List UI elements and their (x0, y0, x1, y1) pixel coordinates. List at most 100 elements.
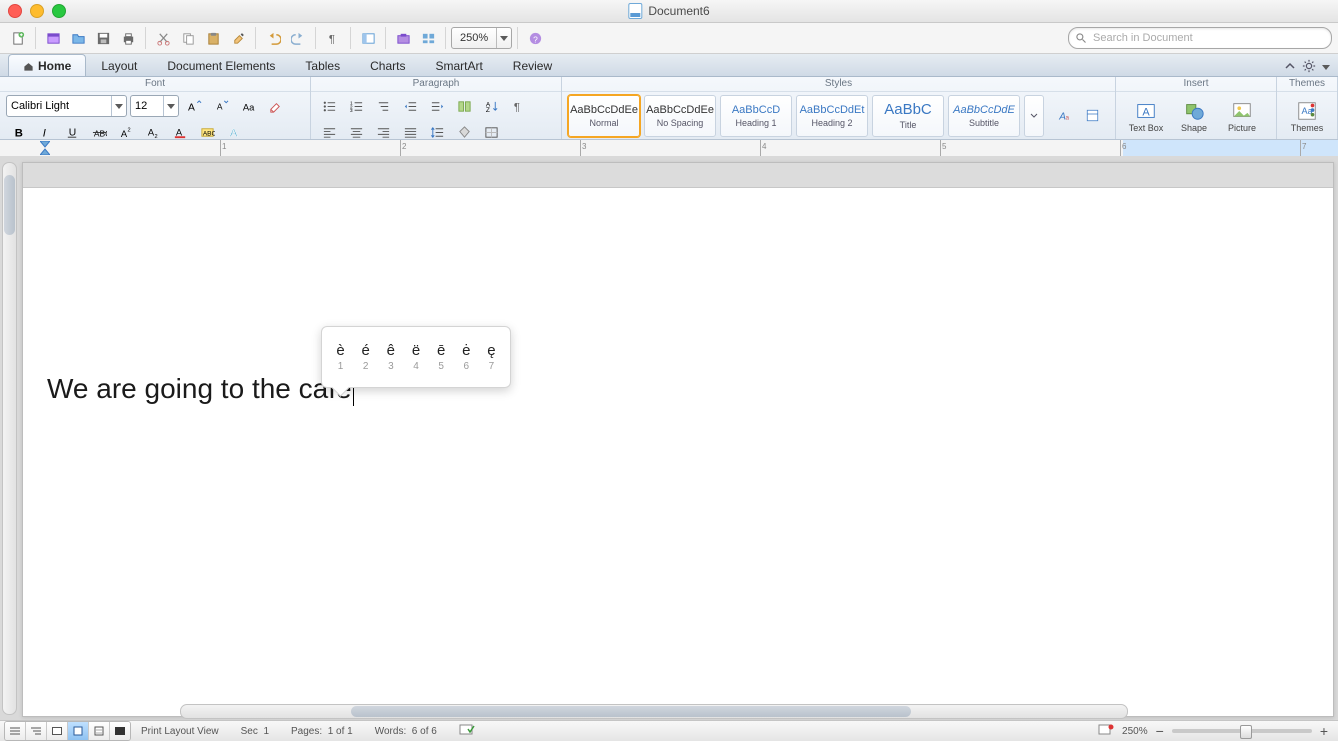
accent-option-2[interactable]: é2 (353, 331, 378, 383)
search-icon (1075, 32, 1087, 44)
clear-formatting-button[interactable] (263, 94, 287, 118)
styles-pane-button[interactable]: Aa (1053, 104, 1077, 128)
ribbon-settings-button[interactable] (1302, 59, 1316, 76)
themes-button[interactable]: AaThemes (1283, 94, 1331, 138)
accent-option-4[interactable]: ë4 (403, 331, 428, 383)
gallery-button[interactable] (416, 26, 440, 50)
multilevel-list-button[interactable] (371, 94, 395, 118)
columns-button[interactable] (452, 94, 476, 118)
zoom-in-button[interactable]: + (1320, 723, 1328, 739)
document-text[interactable]: We are going to the cafe (47, 373, 354, 406)
document-page[interactable]: We are going to the cafe (22, 162, 1334, 717)
styles-more-button[interactable] (1024, 95, 1044, 137)
zoom-slider-knob[interactable] (1240, 725, 1252, 739)
paragraph-marks-button[interactable]: ¶ (506, 94, 530, 118)
view-notebook-button[interactable] (89, 722, 110, 740)
vertical-scroll-thumb[interactable] (4, 175, 15, 235)
view-buttons (4, 721, 131, 741)
show-formatting-button[interactable]: ¶ (321, 26, 345, 50)
view-publishing-button[interactable] (47, 722, 68, 740)
template-button[interactable] (41, 26, 65, 50)
zoom-slider[interactable] (1172, 729, 1312, 733)
accent-option-1[interactable]: è1 (328, 331, 353, 383)
svg-text:Z: Z (485, 107, 489, 114)
page-header-area (23, 163, 1333, 188)
style-heading-1[interactable]: AaBbCcDHeading 1 (720, 95, 792, 137)
view-focus-button[interactable] (110, 722, 130, 740)
font-size-input[interactable] (131, 97, 163, 115)
horizontal-scroll-thumb[interactable] (351, 706, 911, 717)
redo-button[interactable] (286, 26, 310, 50)
font-name-input[interactable] (7, 97, 111, 115)
tab-charts[interactable]: Charts (355, 54, 420, 76)
ribbon-menu-icon[interactable] (1322, 65, 1330, 70)
tab-smartart[interactable]: SmartArt (420, 54, 497, 76)
increase-indent-button[interactable] (425, 94, 449, 118)
insert-picture-button[interactable]: Picture (1218, 94, 1266, 138)
font-name-combo[interactable] (6, 95, 127, 117)
save-button[interactable] (91, 26, 115, 50)
insert-shape-button[interactable]: Shape (1170, 94, 1218, 138)
undo-button[interactable] (261, 26, 285, 50)
view-print-layout-button[interactable] (68, 722, 89, 740)
search-field[interactable] (1068, 27, 1332, 49)
style-no-spacing[interactable]: AaBbCcDdEeNo Spacing (644, 95, 716, 137)
copy-button[interactable] (176, 26, 200, 50)
group-styles: Styles AaBbCcDdEeNormal AaBbCcDdEeNo Spa… (562, 77, 1116, 139)
horizontal-scrollbar[interactable] (180, 704, 1128, 719)
sort-button[interactable]: AZ (479, 94, 503, 118)
view-draft-button[interactable] (5, 722, 26, 740)
tab-tables[interactable]: Tables (290, 54, 355, 76)
group-themes: Themes AaThemes (1277, 77, 1338, 139)
style-normal[interactable]: AaBbCcDdEeNormal (568, 95, 640, 137)
print-button[interactable] (116, 26, 140, 50)
paste-button[interactable] (201, 26, 225, 50)
format-painter-button[interactable] (226, 26, 250, 50)
accent-option-6[interactable]: ė6 (454, 331, 479, 383)
grow-font-button[interactable]: A (182, 94, 206, 118)
track-changes-icon[interactable] (1098, 724, 1114, 739)
zoom-out-button[interactable]: − (1156, 723, 1164, 739)
zoom-dropdown-icon[interactable] (496, 28, 511, 48)
accent-option-7[interactable]: ę7 (479, 331, 504, 383)
accent-option-5[interactable]: ē5 (429, 331, 454, 383)
sidebar-toggle-button[interactable] (356, 26, 380, 50)
open-button[interactable] (66, 26, 90, 50)
search-input[interactable] (1091, 31, 1325, 45)
spellcheck-icon[interactable] (459, 724, 475, 739)
insert-textbox-button[interactable]: AText Box (1122, 94, 1170, 138)
svg-text:ABC: ABC (93, 128, 106, 138)
style-title[interactable]: AaBbCTitle (872, 95, 944, 137)
cut-button[interactable] (151, 26, 175, 50)
group-themes-title: Themes (1277, 77, 1337, 92)
view-outline-button[interactable] (26, 722, 47, 740)
ruler-tick-label: 3 (582, 142, 586, 151)
decrease-indent-button[interactable] (398, 94, 422, 118)
vertical-scrollbar[interactable] (2, 162, 17, 715)
tab-layout[interactable]: Layout (86, 54, 152, 76)
indent-marker-icon[interactable] (40, 141, 50, 157)
close-window-button[interactable] (8, 4, 22, 18)
zoom-window-button[interactable] (52, 4, 66, 18)
toolbox-button[interactable] (391, 26, 415, 50)
style-subtitle[interactable]: AaBbCcDdESubtitle (948, 95, 1020, 137)
tab-home[interactable]: Home (8, 54, 86, 76)
change-case-button[interactable]: Aa (236, 94, 260, 118)
style-heading-2[interactable]: AaBbCcDdEtHeading 2 (796, 95, 868, 137)
svg-text:A: A (216, 101, 222, 111)
quick-access-toolbar: ¶ 250% ? (0, 23, 1338, 54)
help-button[interactable]: ? (523, 26, 547, 50)
tab-document-elements[interactable]: Document Elements (152, 54, 290, 76)
numbering-button[interactable]: 123 (344, 94, 368, 118)
zoom-combo[interactable]: 250% (451, 27, 512, 49)
shrink-font-button[interactable]: A (209, 94, 233, 118)
ribbon-collapse-button[interactable] (1284, 60, 1296, 75)
new-document-button[interactable] (6, 26, 30, 50)
ruler-tick-label: 2 (402, 142, 406, 151)
accent-option-3[interactable]: ê3 (378, 331, 403, 383)
font-size-combo[interactable] (130, 95, 179, 117)
minimize-window-button[interactable] (30, 4, 44, 18)
tab-review[interactable]: Review (498, 54, 567, 76)
manage-styles-button[interactable] (1080, 104, 1104, 128)
bullets-button[interactable] (317, 94, 341, 118)
